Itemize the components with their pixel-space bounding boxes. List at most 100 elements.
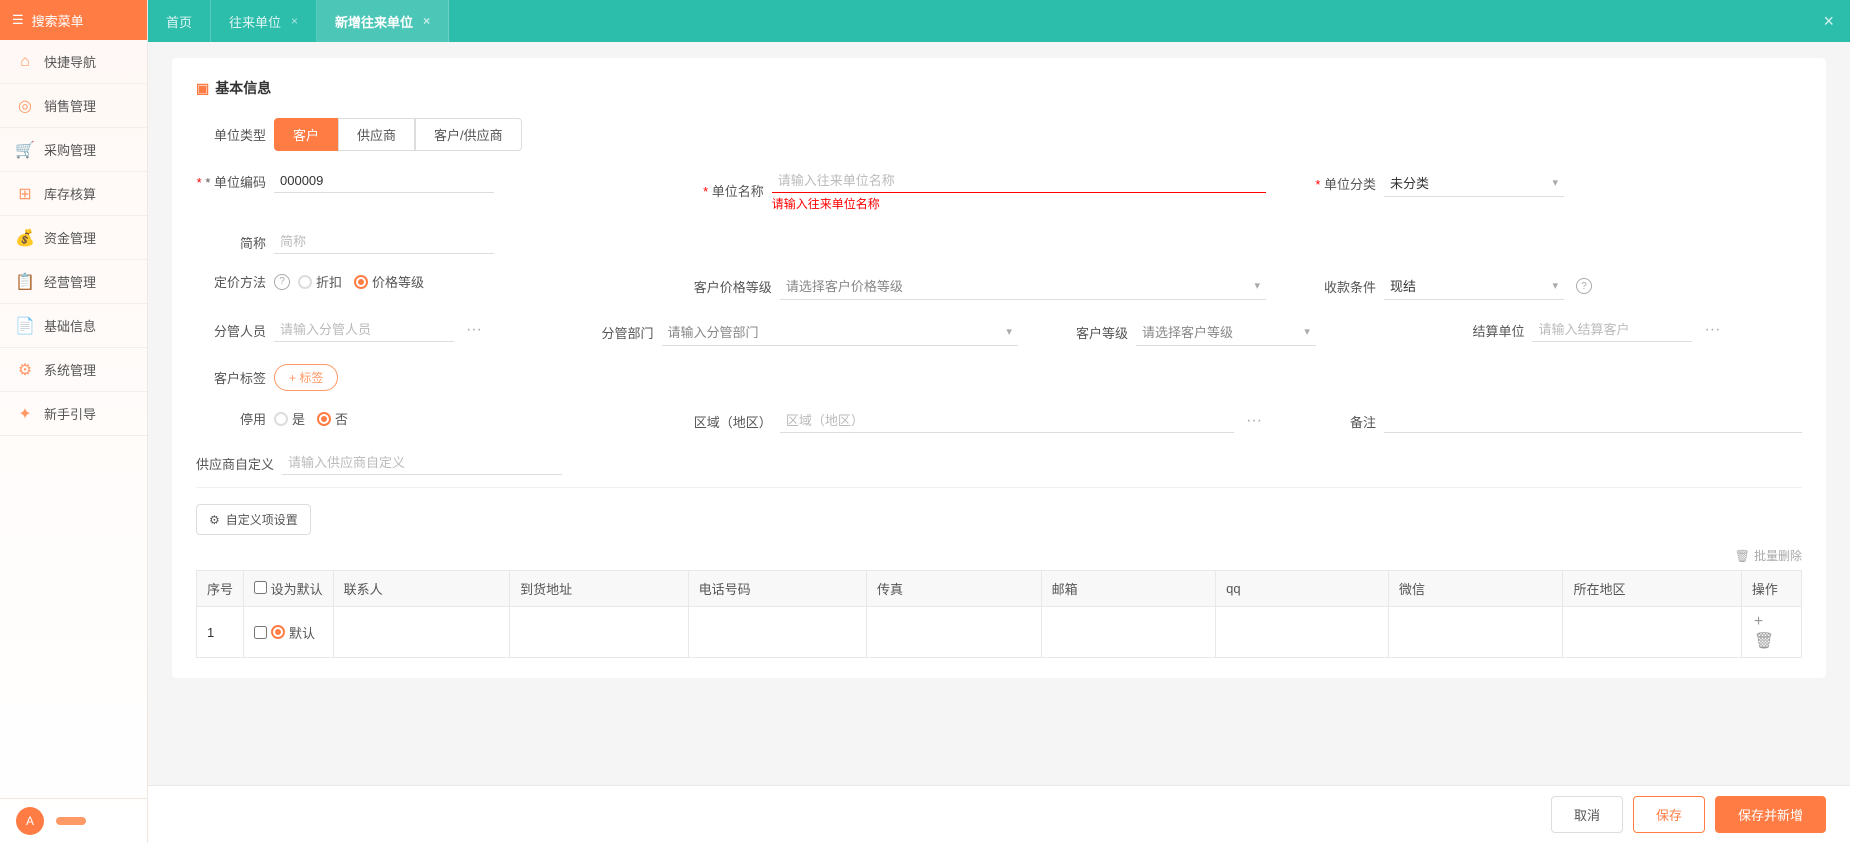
sidebar-item-label: 库存核算 <box>44 184 96 203</box>
sidebar-item-finance[interactable]: 💰 资金管理 <box>0 216 147 260</box>
settlement-unit-group: 结算单位 ··· <box>1454 318 1802 342</box>
cell-fax[interactable] <box>867 607 1042 658</box>
unit-category-select[interactable]: 未分类 ▾ <box>1384 169 1564 197</box>
main-area: 首页 往来单位 × 新增往来单位 × × ▣ 基本信息 单位类型 客户 <box>148 0 1850 843</box>
cell-wechat[interactable] <box>1388 607 1563 658</box>
price-level-label: 价格等级 <box>372 272 424 291</box>
unit-code-input[interactable] <box>274 169 494 193</box>
settings-gear-icon: ⚙ <box>209 513 220 527</box>
payment-terms-help-icon[interactable]: ? <box>1576 278 1592 294</box>
add-tag-btn[interactable]: + 标签 <box>274 364 338 391</box>
disabled-yes-radio[interactable]: 是 <box>274 409 305 428</box>
sidebar-item-quick-nav[interactable]: ⌂ 快捷导航 <box>0 40 147 84</box>
col-seq: 序号 <box>197 571 244 607</box>
remark-input[interactable] <box>1384 409 1802 433</box>
qq-input[interactable] <box>1226 625 1378 640</box>
section-divider <box>196 487 1802 488</box>
pricing-discount-radio[interactable]: 折扣 <box>298 272 342 291</box>
phone-input[interactable] <box>699 625 856 640</box>
select-all-checkbox[interactable] <box>254 581 267 594</box>
save-button[interactable]: 保存 <box>1633 796 1705 833</box>
unit-type-both-btn[interactable]: 客户/供应商 <box>415 118 522 151</box>
supplier-custom-input[interactable] <box>282 451 562 475</box>
contact-input[interactable] <box>344 625 500 640</box>
address-input[interactable] <box>520 625 677 640</box>
unit-name-error: 请输入往来单位名称 <box>772 195 1266 212</box>
delete-row-btn[interactable]: 🗑 <box>1752 631 1776 651</box>
user-avatar[interactable]: A <box>16 807 44 835</box>
col-email: 邮箱 <box>1041 571 1216 607</box>
tab-new-partner-close[interactable]: × <box>423 14 430 28</box>
system-icon: ⚙ <box>16 361 34 379</box>
tabbar-close-btn[interactable]: × <box>1823 11 1834 32</box>
customer-tag-label: 客户标签 <box>196 368 266 387</box>
payment-terms-select[interactable]: 现结 ▾ <box>1384 272 1564 300</box>
sidebar-item-label: 快捷导航 <box>44 52 96 71</box>
cell-region[interactable] <box>1563 607 1741 658</box>
sidebar-bottom: A <box>0 798 147 843</box>
row-checkbox[interactable] <box>254 626 267 639</box>
region-cell-input[interactable] <box>1573 625 1730 640</box>
col-address: 到货地址 <box>510 571 688 607</box>
cancel-button[interactable]: 取消 <box>1551 796 1623 833</box>
cell-qq[interactable] <box>1216 607 1389 658</box>
cell-email[interactable] <box>1041 607 1216 658</box>
default-label: 默认 <box>289 623 315 642</box>
region-input[interactable] <box>780 409 1234 433</box>
unit-category-group: * 单位分类 未分类 ▾ <box>1306 169 1802 197</box>
disabled-no-radio[interactable]: 否 <box>317 409 348 428</box>
cell-contact[interactable] <box>333 607 510 658</box>
sidebar-item-purchase[interactable]: 🛒 采购管理 <box>0 128 147 172</box>
section-title-text: 基本信息 <box>215 78 271 98</box>
payment-terms-label: 收款条件 <box>1306 277 1376 296</box>
sidebar-search[interactable]: ☰ 搜索菜单 <box>0 0 147 40</box>
tab-partner[interactable]: 往来单位 × <box>211 0 317 42</box>
customer-tag-row: 客户标签 + 标签 <box>196 364 1802 391</box>
operations-icon: 📋 <box>16 273 34 291</box>
manager-input[interactable] <box>274 318 454 342</box>
sidebar-item-operations[interactable]: 📋 经营管理 <box>0 260 147 304</box>
sidebar-item-basic[interactable]: 📄 基础信息 <box>0 304 147 348</box>
unit-code-group: * * 单位编码 <box>196 169 654 193</box>
col-wechat: 微信 <box>1388 571 1563 607</box>
tab-home[interactable]: 首页 <box>148 0 211 42</box>
sidebar-item-inventory[interactable]: ⊞ 库存核算 <box>0 172 147 216</box>
table-header-row: 序号 设为默认 联系人 到货地址 电话号码 传真 邮箱 qq 微信 所在地区 <box>197 571 1802 607</box>
customer-level-select[interactable]: 请选择客户等级 ▾ <box>1136 318 1316 346</box>
batch-delete-label: 批量删除 <box>1754 547 1802 564</box>
row-default-radio[interactable]: 默认 <box>271 623 315 642</box>
short-name-input[interactable] <box>274 230 494 254</box>
custom-settings-btn[interactable]: ⚙ 自定义项设置 <box>196 504 311 535</box>
cell-phone[interactable] <box>688 607 866 658</box>
cell-action: + 🗑 <box>1741 607 1801 658</box>
wechat-input[interactable] <box>1399 625 1553 640</box>
customer-price-level-select[interactable]: 请选择客户价格等级 ▾ <box>780 272 1266 300</box>
settlement-unit-dots-btn[interactable]: ··· <box>1700 321 1724 339</box>
save-new-button[interactable]: 保存并新增 <box>1715 796 1826 833</box>
col-phone: 电话号码 <box>688 571 866 607</box>
sidebar-item-guide[interactable]: ✦ 新手引导 <box>0 392 147 436</box>
sidebar-item-sales[interactable]: ◎ 销售管理 <box>0 84 147 128</box>
region-dots-btn[interactable]: ··· <box>1242 412 1266 430</box>
manager-dots-btn[interactable]: ··· <box>462 321 486 339</box>
department-group: 分管部门 请输入分管部门 ▾ <box>584 318 1018 346</box>
unit-type-supplier-btn[interactable]: 供应商 <box>338 118 415 151</box>
department-select[interactable]: 请输入分管部门 ▾ <box>662 318 1018 346</box>
disabled-region-remark-row: 停用 是 否 区域（地区） ··· <box>196 409 1802 433</box>
col-default: 设为默认 <box>244 571 334 607</box>
sidebar-item-system[interactable]: ⚙ 系统管理 <box>0 348 147 392</box>
settlement-unit-input[interactable] <box>1532 318 1692 342</box>
fax-input[interactable] <box>877 625 1031 640</box>
remark-label: 备注 <box>1306 412 1376 431</box>
manager-group: 分管人员 ··· <box>196 318 544 342</box>
tab-partner-close[interactable]: × <box>291 14 298 28</box>
unit-type-customer-btn[interactable]: 客户 <box>274 118 338 151</box>
cell-address[interactable] <box>510 607 688 658</box>
tab-new-partner[interactable]: 新增往来单位 × <box>317 0 449 42</box>
pricing-level-radio[interactable]: 价格等级 <box>354 272 424 291</box>
batch-delete-btn[interactable]: 🗑 批量删除 <box>1735 547 1802 564</box>
pricing-help-icon[interactable]: ? <box>274 274 290 290</box>
email-input[interactable] <box>1052 625 1206 640</box>
unit-name-input[interactable] <box>772 169 1266 193</box>
add-row-btn[interactable]: + <box>1752 613 1765 631</box>
